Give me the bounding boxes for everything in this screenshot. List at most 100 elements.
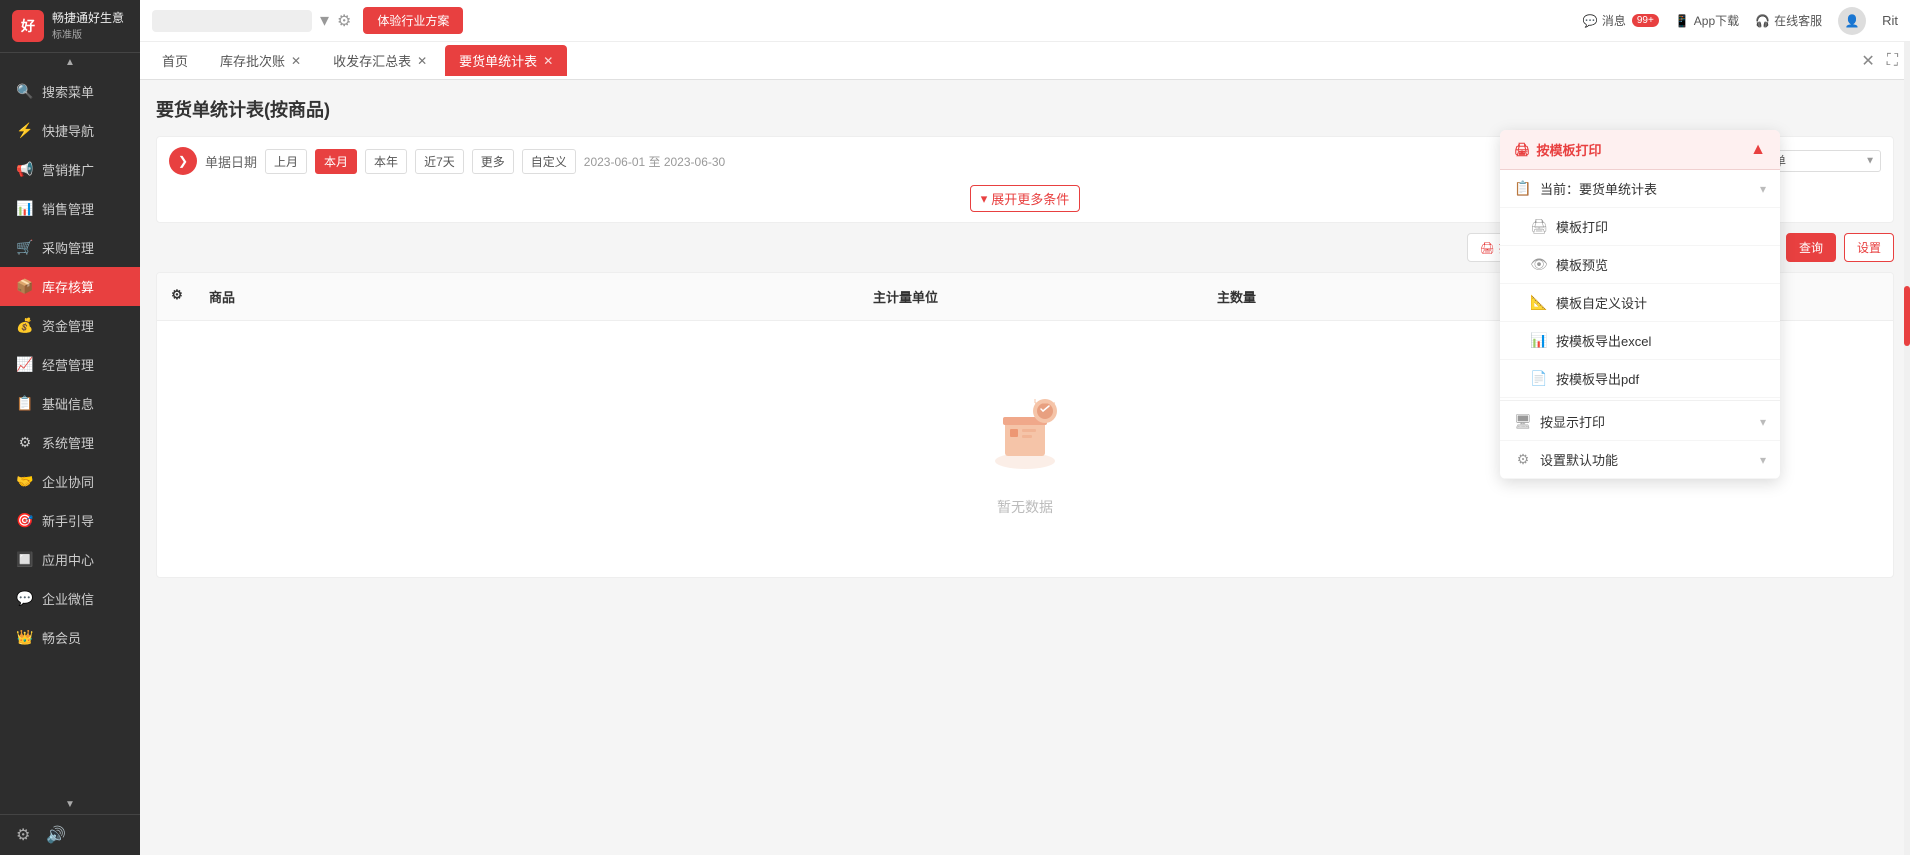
settings-icon[interactable]: ⚙ [16,825,30,845]
sidebar-item-basic[interactable]: 📋 基础信息 [0,384,140,423]
nav-label-sales: 销售管理 [42,199,94,218]
settings-button[interactable]: 设置 [1844,233,1894,262]
app-logo-icon: 好 [12,10,44,42]
expand-conditions-button[interactable]: ▾ 展开更多条件 [970,185,1081,212]
dropdown-export-pdf[interactable]: 📄 按模板导出pdf [1500,360,1780,398]
sidebar-item-system[interactable]: ⚙系统管理 [0,423,140,462]
scrollbar-thumb[interactable] [1904,286,1910,346]
search-icon: 🔍 [16,83,34,101]
maximize-tab-btn[interactable]: ⛶ [1883,48,1902,74]
dropdown-export-excel[interactable]: 📊 按模板导出excel [1500,322,1780,360]
sidebar-item-inventory[interactable]: 📦库存核算 [0,267,140,306]
topbar-gear-icon[interactable]: ⚙ [337,11,351,31]
dropdown-template-preview[interactable]: 👁 模板预览 [1500,246,1780,284]
dropdown-display-print[interactable]: 🖥 按显示打印 ▾ [1500,403,1780,441]
date-btn-more[interactable]: 更多 [472,149,514,174]
main-area: ▾ ⚙ 体验行业方案 💬 消息 99+ 📱 App下载 🎧 在线客服 👤 Rit [140,0,1910,855]
sidebar-scroll-up[interactable]: ▲ [0,53,140,72]
topbar-online-service[interactable]: 🎧 在线客服 [1755,12,1822,29]
display-print-label: 按显示打印 [1540,412,1605,431]
sidebar: 好 畅捷通好生意 标准版 ▲ 🔍搜索菜单 ⚡ 快捷导航 📢营销推广📊销售管理🛒采购管理… [0,0,140,855]
date-range-text: 2023-06-01 至 2023-06-30 [584,153,725,170]
current-template-icon: 📋 [1514,180,1532,198]
finance-icon: 💰 [16,317,34,335]
tab-home[interactable]: 首页 [148,45,202,76]
sidebar-scroll-down[interactable]: ▼ [0,795,140,814]
filter-toggle-button[interactable]: ❯ [169,147,197,175]
dropdown-current-template[interactable]: 📋 当前：要货单统计表 ▾ [1500,170,1780,208]
topbar-avatar[interactable]: 👤 [1838,7,1866,35]
date-btn-7days[interactable]: 近7天 [415,149,464,174]
topbar-username[interactable]: Rit [1882,13,1898,28]
query-button[interactable]: 查询 [1786,233,1836,262]
nav-label-collab: 企业协同 [42,472,94,491]
template-design-label: 模板自定义设计 [1556,293,1647,312]
close-tab-btn[interactable]: ✕ [1857,47,1878,75]
template-preview-label: 模板预览 [1556,255,1608,274]
nav-label-wechat: 企业微信 [42,589,94,608]
sidebar-item-appstore[interactable]: 🔲应用中心 [0,540,140,579]
dropdown-set-default[interactable]: ⚙ 设置默认功能 ▾ [1500,441,1780,479]
dropdown-close-btn[interactable]: ▲ [1750,142,1766,158]
sidebar-item-search[interactable]: 🔍搜索菜单 [0,72,140,111]
sidebar-logo: 好 畅捷通好生意 标准版 [0,0,140,53]
guide-icon: 🎯 [16,512,34,530]
sidebar-nav: 🔍搜索菜单 ⚡ 快捷导航 📢营销推广📊销售管理🛒采购管理📦库存核算💰资金管理📈经营管理… [0,72,140,795]
sidebar-item-wechat[interactable]: 💬 企业微信 [0,579,140,618]
nav-label-quicknav: 快捷导航 [42,121,94,140]
dropdown-template-print[interactable]: 🖨 模板打印 [1500,208,1780,246]
audio-icon[interactable]: 🔊 [46,825,66,845]
basic-icon: 📋 [16,395,34,413]
nav-label-marketing: 营销推广 [42,160,94,179]
tab-close-collection[interactable]: ✕ [417,54,427,68]
online-service-label: 在线客服 [1774,12,1822,29]
dropdown-template-design[interactable]: 📐 模板自定义设计 [1500,284,1780,322]
set-default-icon: ⚙ [1514,451,1532,469]
app-name: 畅捷通好生意 [52,11,124,27]
tab-order_stats[interactable]: 要货单统计表 ✕ [445,45,567,76]
page-title: 要货单统计表(按商品) [156,96,1894,122]
nav-label-member: 畅会员 [42,628,81,647]
sidebar-item-member[interactable]: 👑 畅会员 [0,618,140,657]
sidebar-item-finance[interactable]: 💰资金管理 [0,306,140,345]
date-btn-custom[interactable]: 自定义 [522,149,576,174]
date-btn-current[interactable]: 本月 [315,149,357,174]
trial-button[interactable]: 体验行业方案 [363,7,463,34]
quicknav-icon: ⚡ [16,122,34,140]
tab-label-order_stats: 要货单统计表 [459,51,537,70]
current-template-label: 当前：要货单统计表 [1540,179,1657,198]
tab-collection[interactable]: 收发存汇总表 ✕ [319,45,441,76]
nav-label-inventory: 库存核算 [42,277,94,296]
template-design-icon: 📐 [1530,294,1548,312]
nav-label-basic: 基础信息 [42,394,94,413]
date-btn-prev[interactable]: 上月 [265,149,307,174]
app-download-icon: 📱 [1675,14,1690,28]
dropdown-title-text: 按模板打印 [1537,140,1602,159]
th-qty: 主数量 [1205,281,1549,312]
dropdown-item-left-current: 📋 当前：要货单统计表 [1514,179,1657,198]
topbar-message[interactable]: 💬 消息 99+ [1583,12,1659,29]
print-dropdown-menu: 🖨 按模板打印 ▲ 📋 当前：要货单统计表 ▾ 🖨 模板打印 👁 模板预览 [1500,130,1780,479]
topbar-dropdown-icon[interactable]: ▾ [320,10,329,31]
tab-close-order_stats[interactable]: ✕ [543,54,553,68]
sidebar-item-purchase[interactable]: 🛒采购管理 [0,228,140,267]
date-filter-label: 单据日期 [205,152,257,171]
member-icon: 👑 [16,629,34,647]
sidebar-item-collab[interactable]: 🤝企业协同 [0,462,140,501]
sidebar-item-quicknav[interactable]: ⚡ 快捷导航 [0,111,140,150]
sidebar-item-sales[interactable]: 📊销售管理 [0,189,140,228]
sidebar-item-marketing[interactable]: 📢营销推广 [0,150,140,189]
sidebar-footer: ⚙ 🔊 [0,814,140,855]
tab-close-batch[interactable]: ✕ [291,54,301,68]
sidebar-item-operations[interactable]: 📈经营管理 [0,345,140,384]
topbar-search-input[interactable] [152,10,312,32]
sidebar-item-guide[interactable]: 🎯新手引导 [0,501,140,540]
template-preview-icon: 👁 [1530,256,1548,274]
topbar-app-download[interactable]: 📱 App下载 [1675,12,1739,29]
tab-batch[interactable]: 库存批次账✕ [206,45,315,76]
tab-label-collection: 收发存汇总表 [333,51,411,70]
wechat-icon: 💬 [16,590,34,608]
expand-label: 展开更多条件 [991,189,1069,208]
date-btn-year[interactable]: 本年 [365,149,407,174]
th-settings[interactable]: ⚙ [157,281,197,312]
